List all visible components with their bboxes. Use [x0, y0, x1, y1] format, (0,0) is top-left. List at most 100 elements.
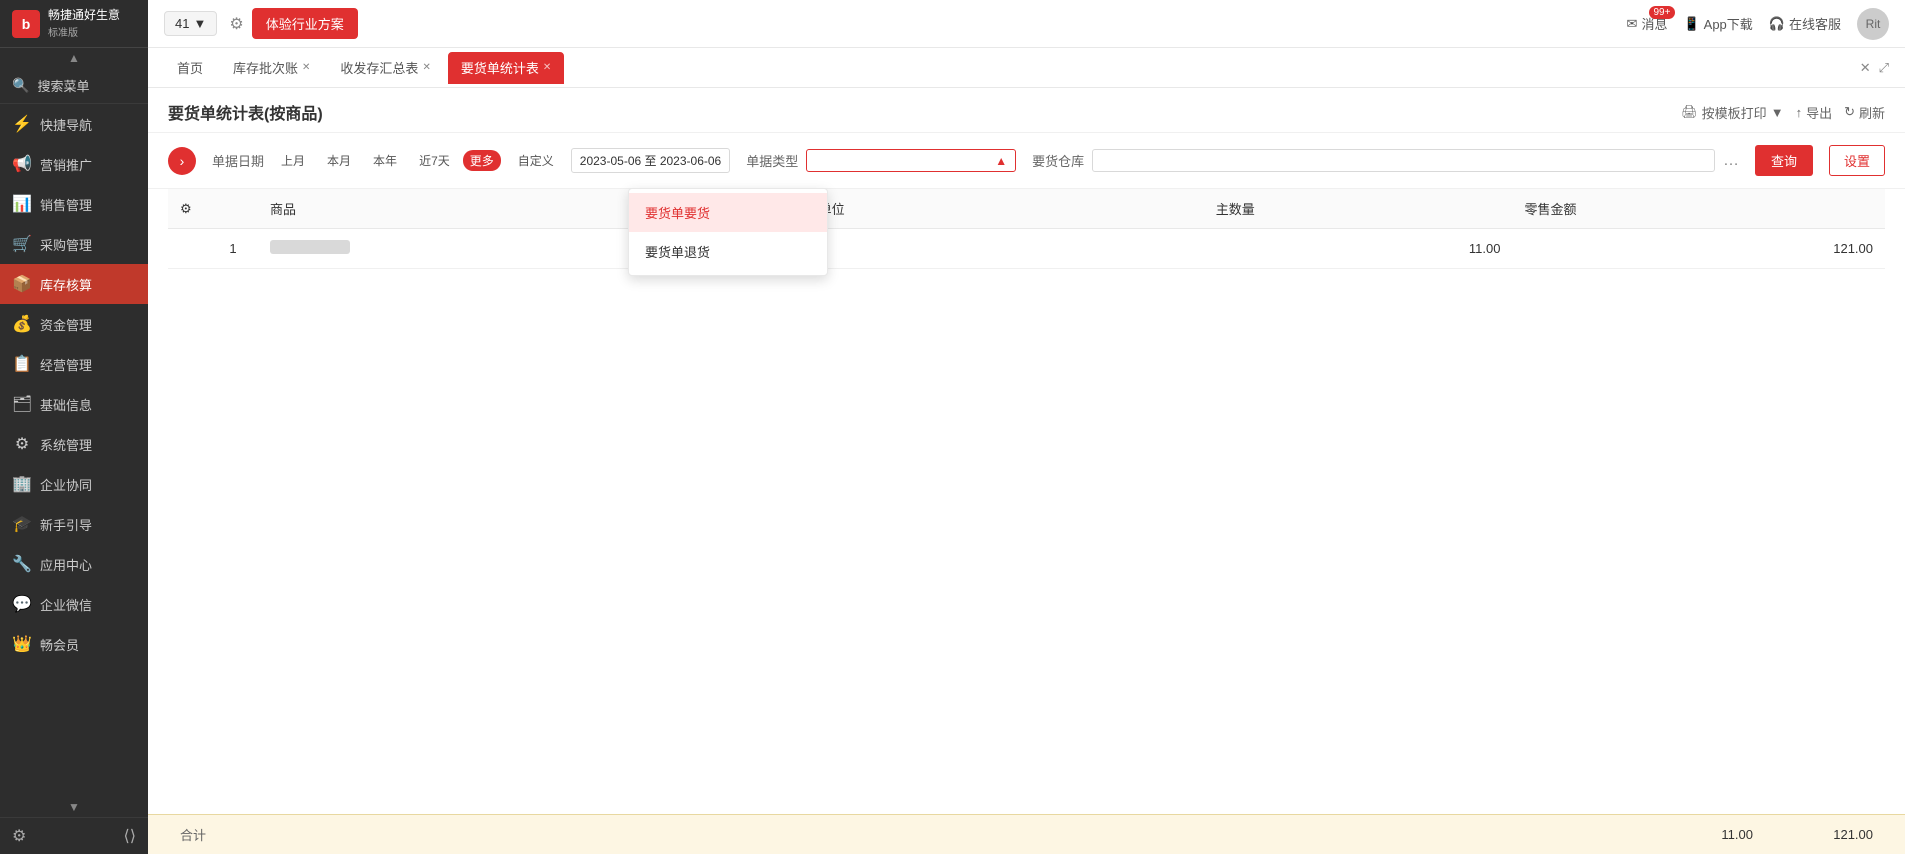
date-filter-group: 单据日期 上月 本月 本年 近7天 更多 自定义 2023-05-06 至 20… [212, 148, 730, 173]
table-row: 1 块 11.00 121.00 [168, 229, 1885, 269]
sidebar-item-marketing[interactable]: 📢 营销推广 [0, 144, 148, 184]
tab-order-stats-close[interactable]: ✕ [543, 62, 551, 73]
operations-icon: 📋 [12, 354, 32, 374]
tab-expand-icon[interactable]: ⤢ [1879, 60, 1889, 76]
setting-button[interactable]: 设置 [1829, 145, 1885, 176]
export-icon: ↑ [1796, 105, 1803, 120]
guide-icon: 🎓 [12, 514, 32, 534]
footer-quantity: 11.00 [1673, 827, 1753, 842]
tab-order-stats[interactable]: 要货单统计表 ✕ [448, 52, 564, 84]
sidebar-item-purchase[interactable]: 🛒 采购管理 [0, 224, 148, 264]
tab-receive-summary-close[interactable]: ✕ [422, 62, 430, 73]
header-left: 41 ▼ ⚙ 体验行业方案 [164, 8, 1627, 39]
refresh-btn[interactable]: ↻ 刷新 [1844, 103, 1885, 122]
tab-actions: ✕ ⤢ [1860, 60, 1889, 76]
print-template-btn[interactable]: 🖨 按模板打印 ▼ [1681, 103, 1783, 122]
date-range-input[interactable]: 2023-05-06 至 2023-06-06 [571, 148, 730, 173]
date-btn-custom[interactable]: 自定义 [509, 149, 563, 172]
content-area: 要货单统计表(按商品) 🖨 按模板打印 ▼ ↑ 导出 ↻ 刷新 [148, 88, 1905, 854]
date-btn-this-month[interactable]: 本月 [318, 149, 360, 172]
messages-action[interactable]: ✉ 消息 99+ [1627, 14, 1668, 33]
tab-inventory-batch-close[interactable]: ✕ [302, 62, 310, 73]
tab-order-stats-label: 要货单统计表 [461, 58, 539, 77]
tab-bar: 首页 库存批次账 ✕ 收发存汇总表 ✕ 要货单统计表 ✕ ✕ ⤢ [148, 48, 1905, 88]
system-icon: ⚙ [12, 434, 32, 454]
sidebar-item-vip[interactable]: 👑 畅会员 [0, 624, 148, 664]
sidebar-item-inventory[interactable]: 📦 库存核算 [0, 264, 148, 304]
date-btn-last-7[interactable]: 近7天 [410, 149, 459, 172]
support-action[interactable]: 🎧 在线客服 [1769, 14, 1841, 33]
app-download-label: App下载 [1704, 14, 1753, 33]
date-btn-more[interactable]: 更多 [463, 150, 501, 171]
search-icon: 🔍 [12, 77, 29, 94]
settings-bottom-icon[interactable]: ⚙ [12, 826, 26, 846]
export-label: 导出 [1806, 103, 1832, 122]
search-button[interactable]: 查询 [1755, 145, 1813, 176]
sales-icon: 📊 [12, 194, 32, 214]
date-btn-last-month[interactable]: 上月 [272, 149, 314, 172]
date-btn-this-year[interactable]: 本年 [364, 149, 406, 172]
collapse-icon[interactable]: ⟨⟩ [124, 826, 136, 846]
tab-close-all-icon[interactable]: ✕ [1860, 60, 1871, 76]
tab-inventory-batch[interactable]: 库存批次账 ✕ [220, 52, 323, 84]
type-select-up-icon[interactable]: ▲ [995, 154, 1007, 168]
enterprise-label: 企业协同 [40, 475, 136, 494]
sidebar-search[interactable]: 🔍 搜索菜单 [0, 68, 148, 104]
filter-expand-btn[interactable]: › [168, 147, 196, 175]
sidebar-item-finance[interactable]: 💰 资金管理 [0, 304, 148, 344]
trial-button[interactable]: 体验行业方案 [252, 8, 358, 39]
col-settings-header[interactable]: ⚙ [168, 189, 208, 229]
sales-label: 销售管理 [40, 195, 136, 214]
type-filter-label: 单据类型 [746, 151, 798, 170]
date-filter-label: 单据日期 [212, 151, 264, 170]
table-settings-icon[interactable]: ⚙ [180, 201, 192, 216]
inventory-icon: 📦 [12, 274, 32, 294]
tab-home-label: 首页 [177, 58, 203, 77]
warehouse-input[interactable] [1092, 149, 1715, 172]
sidebar-scroll-down[interactable]: ▼ [0, 797, 148, 817]
dropdown-item-order-return[interactable]: 要货单退货 [629, 232, 827, 271]
sidebar-item-quick-nav[interactable]: ⚡ 快捷导航 [0, 104, 148, 144]
row-quantity: 11.00 [1204, 229, 1513, 269]
row-amount: 121.00 [1513, 229, 1886, 269]
app-download-action[interactable]: 📱 App下载 [1683, 14, 1752, 33]
more-filter-icon[interactable]: … [1723, 152, 1739, 170]
app-center-icon: 🔧 [12, 554, 32, 574]
sidebar-item-wechat[interactable]: 💬 企业微信 [0, 584, 148, 624]
table-footer: 合计 11.00 121.00 [148, 814, 1905, 854]
page-wrapper: 要货单统计表(按商品) 🖨 按模板打印 ▼ ↑ 导出 ↻ 刷新 [148, 88, 1905, 854]
warehouse-filter-group: 要货仓库 … [1032, 149, 1739, 172]
support-icon: 🎧 [1769, 16, 1785, 32]
sidebar-scroll-up[interactable]: ▲ [0, 48, 148, 68]
user-avatar[interactable]: Rit [1857, 8, 1889, 40]
inventory-label: 库存核算 [40, 275, 136, 294]
sidebar-item-basic-info[interactable]: 🗂 基础信息 [0, 384, 148, 424]
row-seq: 1 [208, 229, 258, 269]
export-btn[interactable]: ↑ 导出 [1796, 103, 1833, 122]
sidebar-item-guide[interactable]: 🎓 新手引导 [0, 504, 148, 544]
header-right: ✉ 消息 99+ 📱 App下载 🎧 在线客服 Rit [1627, 8, 1889, 40]
dropdown-item-order-goods[interactable]: 要货单要货 [629, 193, 827, 232]
tab-receive-summary[interactable]: 收发存汇总表 ✕ [327, 52, 443, 84]
header-settings-icon[interactable]: ⚙ [229, 14, 243, 34]
dropdown-arrow-icon: ▼ [193, 16, 206, 31]
support-label: 在线客服 [1789, 14, 1841, 33]
system-label: 系统管理 [40, 435, 136, 454]
company-selector[interactable]: 41 ▼ [164, 11, 217, 36]
sidebar-item-enterprise[interactable]: 🏢 企业协同 [0, 464, 148, 504]
sidebar-item-sales[interactable]: 📊 销售管理 [0, 184, 148, 224]
tab-home[interactable]: 首页 [164, 52, 216, 84]
table-container: ⚙ 商品 主计量单位 主数量 零售金额 1 [148, 189, 1905, 814]
sidebar-item-operations[interactable]: 📋 经营管理 [0, 344, 148, 384]
sidebar-item-app-center[interactable]: 🔧 应用中心 [0, 544, 148, 584]
quick-nav-icon: ⚡ [12, 114, 32, 134]
type-filter-group: 单据类型 ▲ [746, 149, 1016, 172]
type-select-input[interactable] [815, 153, 991, 168]
messages-icon: ✉ [1627, 16, 1638, 32]
col-unit-header: 主计量单位 [768, 189, 1204, 229]
top-header: 41 ▼ ⚙ 体验行业方案 ✉ 消息 99+ 📱 App下载 🎧 在线客服 Ri… [148, 0, 1905, 48]
wechat-icon: 💬 [12, 594, 32, 614]
type-select-wrapper[interactable]: ▲ [806, 149, 1016, 172]
finance-icon: 💰 [12, 314, 32, 334]
sidebar-item-system[interactable]: ⚙ 系统管理 [0, 424, 148, 464]
